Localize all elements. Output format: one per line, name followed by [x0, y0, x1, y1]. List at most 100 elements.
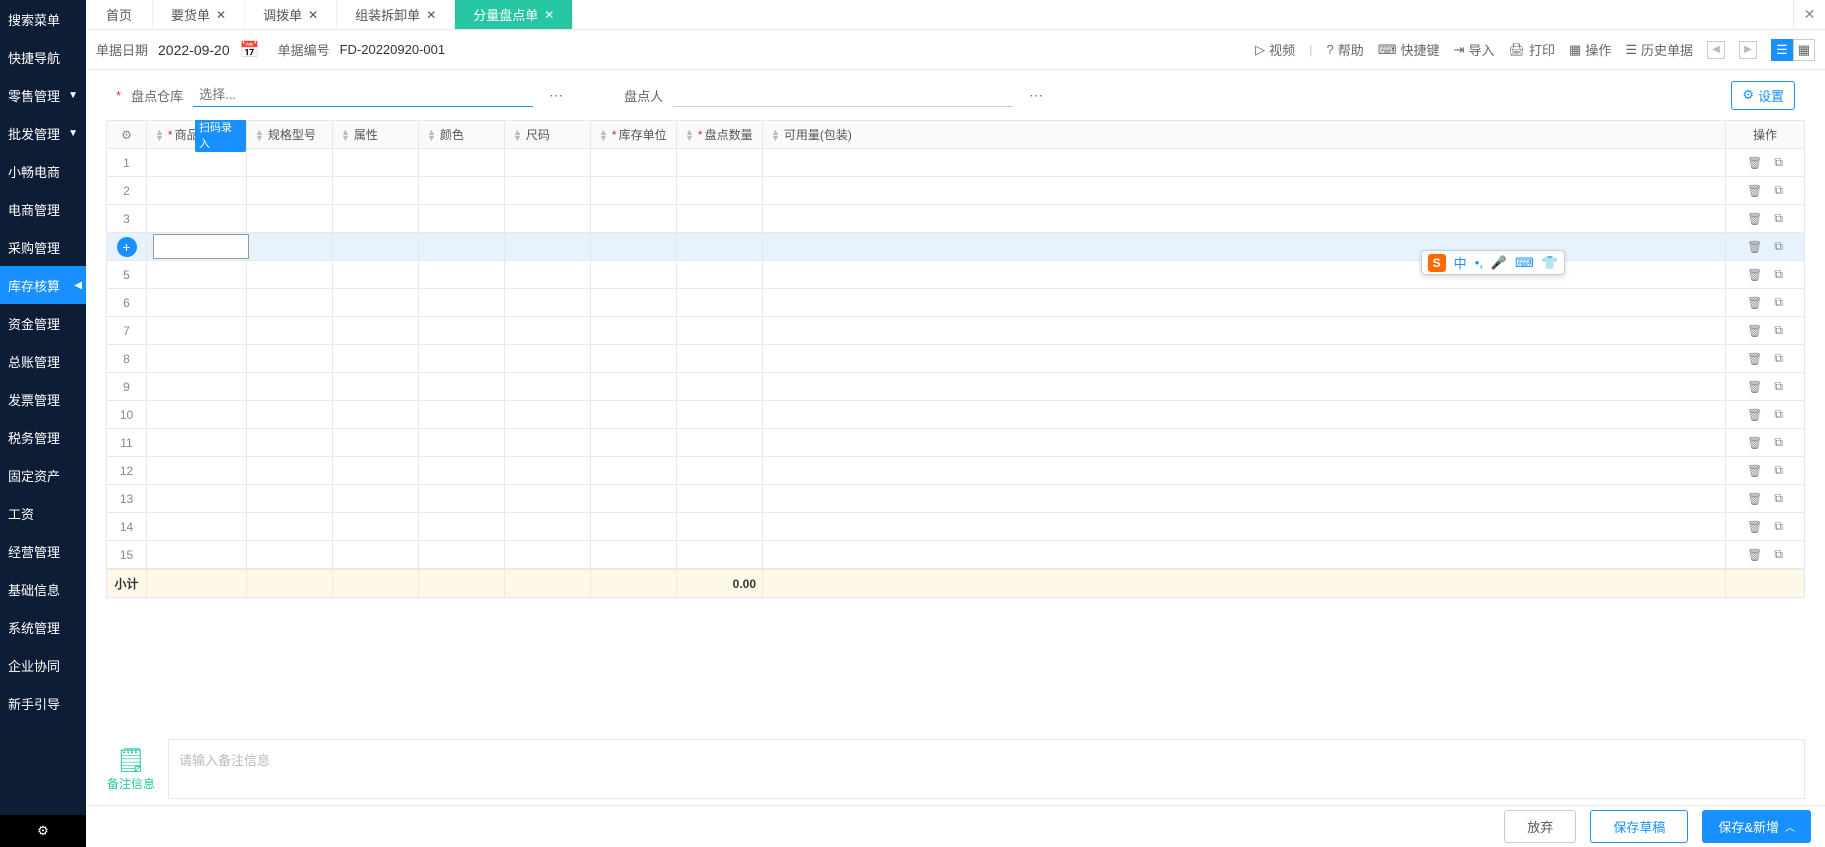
- import-button[interactable]: ⇥导入: [1454, 40, 1495, 59]
- save-draft-button[interactable]: 保存草稿: [1590, 810, 1688, 843]
- copy-icon[interactable]: ⧉: [1774, 295, 1783, 310]
- close-icon[interactable]: ✕: [308, 8, 318, 22]
- calendar-icon[interactable]: 📅: [240, 40, 260, 60]
- video-button[interactable]: ▷视频: [1255, 40, 1295, 59]
- cell-unit[interactable]: [591, 177, 677, 204]
- more-icon[interactable]: ⋯: [1029, 87, 1044, 104]
- ime-keyboard-icon[interactable]: ⌨: [1515, 255, 1534, 271]
- table-row[interactable]: 9🗑⧉: [107, 373, 1804, 401]
- cell-attr[interactable]: [333, 289, 419, 316]
- delete-icon[interactable]: 🗑: [1747, 548, 1762, 562]
- cell-qty[interactable]: [677, 289, 763, 316]
- table-row[interactable]: 1🗑⧉: [107, 149, 1804, 177]
- cell-qty[interactable]: [677, 541, 763, 568]
- table-row[interactable]: 3🗑⧉: [107, 205, 1804, 233]
- cell-spec[interactable]: [247, 233, 333, 260]
- cell-size[interactable]: [505, 205, 591, 232]
- cell-color[interactable]: [419, 233, 505, 260]
- copy-icon[interactable]: ⧉: [1774, 323, 1783, 338]
- cell-unit[interactable]: [591, 485, 677, 512]
- cell-unit[interactable]: [591, 429, 677, 456]
- cell-size[interactable]: [505, 401, 591, 428]
- column-attr[interactable]: ▲▼属性: [333, 121, 419, 148]
- cell-spec[interactable]: [247, 317, 333, 344]
- cell-color[interactable]: [419, 149, 505, 176]
- sidebar-item-purchase[interactable]: 采购管理: [0, 228, 86, 266]
- cell-size[interactable]: [505, 261, 591, 288]
- person-input[interactable]: [673, 83, 1013, 107]
- cell-size[interactable]: [505, 233, 591, 260]
- copy-icon[interactable]: ⧉: [1774, 435, 1783, 450]
- table-row[interactable]: 8🗑⧉: [107, 345, 1804, 373]
- cell-qty[interactable]: [677, 513, 763, 540]
- copy-icon[interactable]: ⧉: [1774, 519, 1783, 534]
- cell-color[interactable]: [419, 429, 505, 456]
- cell-color[interactable]: [419, 261, 505, 288]
- cell-product[interactable]: [147, 429, 247, 456]
- sidebar-item-inventory[interactable]: 库存核算◀: [0, 266, 86, 304]
- cell-available[interactable]: [763, 289, 1726, 316]
- delete-icon[interactable]: 🗑: [1747, 408, 1762, 422]
- table-row[interactable]: 10🗑⧉: [107, 401, 1804, 429]
- copy-icon[interactable]: ⧉: [1774, 351, 1783, 366]
- cell-qty[interactable]: [677, 345, 763, 372]
- cell-spec[interactable]: [247, 177, 333, 204]
- delete-icon[interactable]: 🗑: [1747, 156, 1762, 170]
- cell-spec[interactable]: [247, 149, 333, 176]
- ime-skin-icon[interactable]: 👕: [1542, 255, 1558, 271]
- cell-unit[interactable]: [591, 457, 677, 484]
- sidebar-item-operation[interactable]: 经营管理: [0, 532, 86, 570]
- cell-spec[interactable]: [247, 541, 333, 568]
- cell-available[interactable]: [763, 541, 1726, 568]
- add-row-icon[interactable]: +: [117, 237, 137, 257]
- cell-available[interactable]: [763, 345, 1726, 372]
- cell-size[interactable]: [505, 177, 591, 204]
- cell-attr[interactable]: [333, 485, 419, 512]
- ime-lang[interactable]: 中: [1454, 253, 1467, 272]
- cell-available[interactable]: [763, 457, 1726, 484]
- copy-icon[interactable]: ⧉: [1774, 239, 1783, 254]
- cell-product[interactable]: [147, 233, 247, 260]
- cell-spec[interactable]: [247, 485, 333, 512]
- cell-spec[interactable]: [247, 457, 333, 484]
- save-new-button[interactable]: 保存&新增︿: [1702, 810, 1811, 843]
- print-button[interactable]: 🖨打印: [1508, 40, 1555, 59]
- cell-attr[interactable]: [333, 541, 419, 568]
- column-available[interactable]: ▲▼可用量(包装): [763, 121, 1726, 148]
- close-icon[interactable]: ✕: [544, 8, 554, 22]
- cell-available[interactable]: [763, 429, 1726, 456]
- cell-unit[interactable]: [591, 289, 677, 316]
- tab-zuzhuang[interactable]: 组装拆卸单✕: [337, 0, 455, 29]
- cell-spec[interactable]: [247, 205, 333, 232]
- sidebar-item-system[interactable]: 系统管理: [0, 608, 86, 646]
- cell-attr[interactable]: [333, 429, 419, 456]
- date-value[interactable]: 2022-09-20: [158, 42, 230, 58]
- cell-attr[interactable]: [333, 261, 419, 288]
- cell-spec[interactable]: [247, 345, 333, 372]
- table-row[interactable]: 7🗑⧉: [107, 317, 1804, 345]
- cell-attr[interactable]: [333, 317, 419, 344]
- cell-available[interactable]: [763, 401, 1726, 428]
- sidebar-item-tax[interactable]: 税务管理: [0, 418, 86, 456]
- cell-color[interactable]: [419, 177, 505, 204]
- column-spec[interactable]: ▲▼规格型号: [247, 121, 333, 148]
- cell-qty[interactable]: [677, 317, 763, 344]
- cell-product[interactable]: [147, 261, 247, 288]
- cell-available[interactable]: [763, 177, 1726, 204]
- settings-button[interactable]: ⚙设置: [1731, 81, 1795, 110]
- cell-spec[interactable]: [247, 261, 333, 288]
- cell-unit[interactable]: [591, 233, 677, 260]
- delete-icon[interactable]: 🗑: [1747, 296, 1762, 310]
- delete-icon[interactable]: 🗑: [1747, 380, 1762, 394]
- cell-size[interactable]: [505, 541, 591, 568]
- cell-color[interactable]: [419, 401, 505, 428]
- cell-color[interactable]: [419, 541, 505, 568]
- column-color[interactable]: ▲▼颜色: [419, 121, 505, 148]
- product-cell-input[interactable]: [153, 234, 249, 259]
- cell-product[interactable]: [147, 205, 247, 232]
- grid-view-button[interactable]: ▦: [1793, 39, 1815, 61]
- table-row[interactable]: 12🗑⧉: [107, 457, 1804, 485]
- cell-color[interactable]: [419, 289, 505, 316]
- cell-product[interactable]: [147, 289, 247, 316]
- copy-icon[interactable]: ⧉: [1774, 211, 1783, 226]
